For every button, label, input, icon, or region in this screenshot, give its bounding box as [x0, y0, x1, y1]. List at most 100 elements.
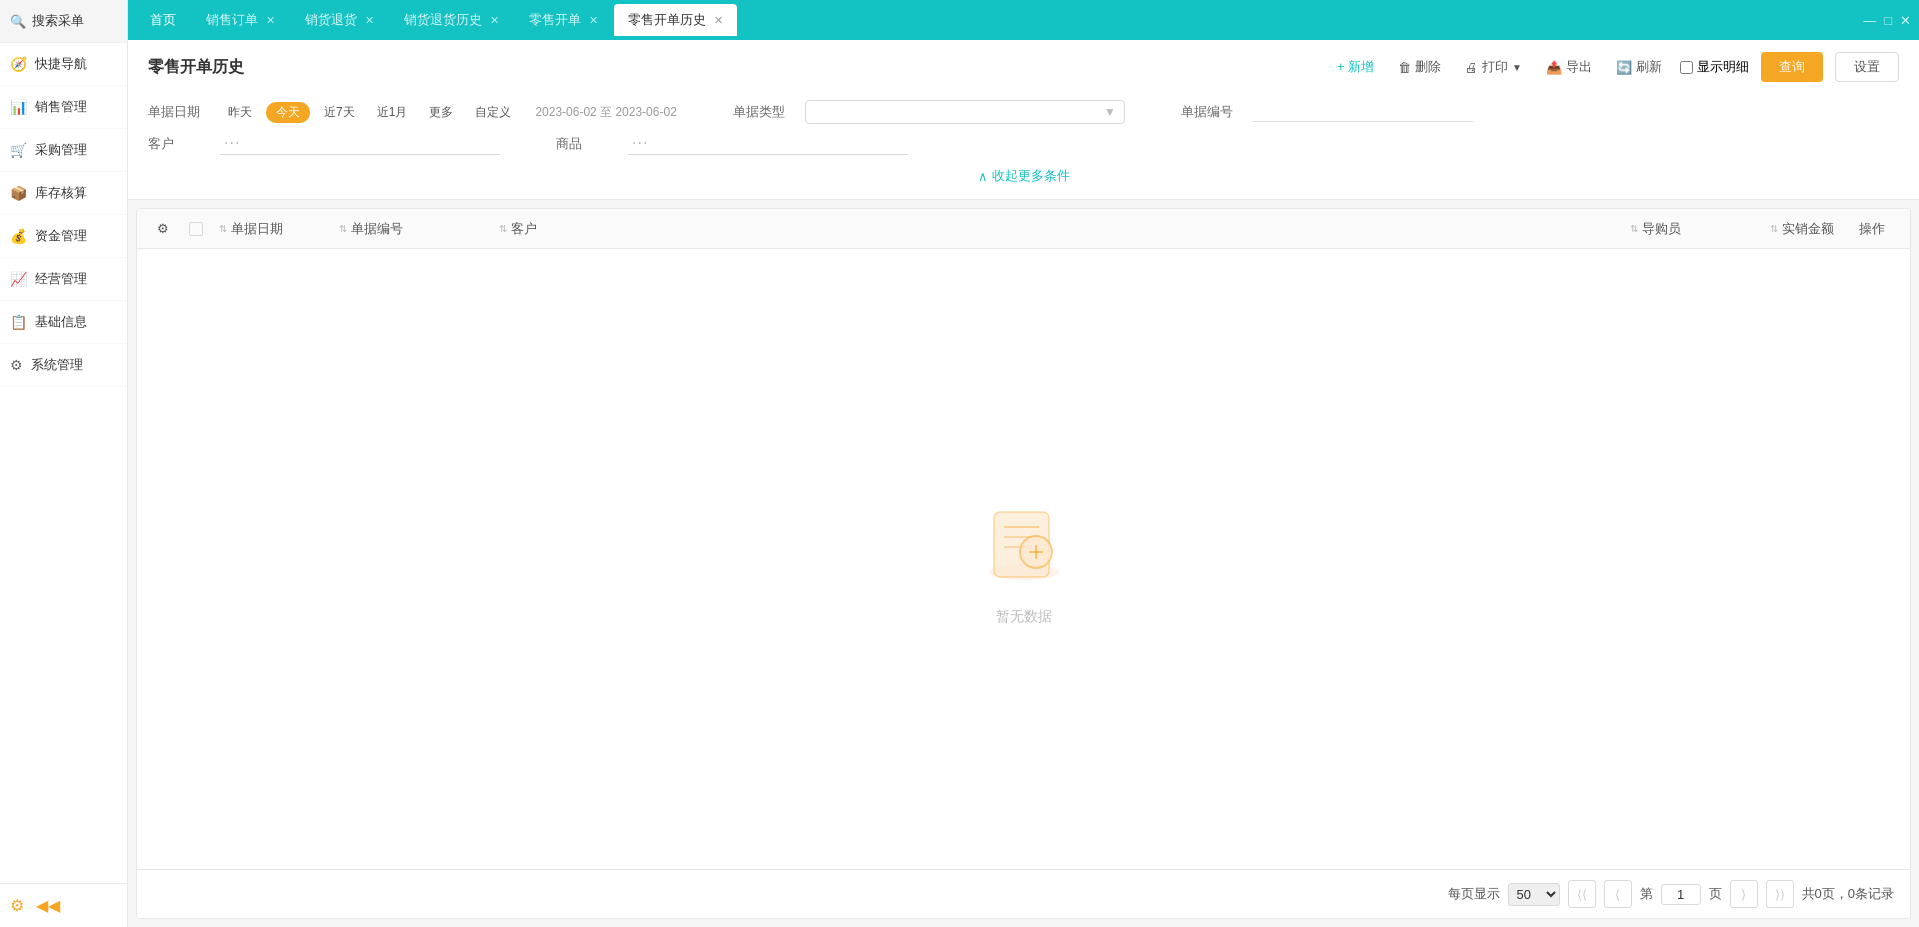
sort-icon-date: ⇅ — [219, 223, 227, 234]
page-label-pre: 第 — [1640, 885, 1653, 903]
th-num[interactable]: ⇅ 单据编号 — [331, 220, 491, 238]
date-btn-1month[interactable]: 近1月 — [369, 102, 416, 123]
date-btn-custom[interactable]: 自定义 — [467, 102, 519, 123]
first-page-button[interactable]: ⟨⟨ — [1568, 880, 1596, 908]
th-settings[interactable]: ⚙ — [145, 221, 181, 236]
settings-button[interactable]: 设置 — [1835, 52, 1899, 82]
delete-button[interactable]: 🗑 删除 — [1392, 54, 1447, 80]
sidebar-item-label: 采购管理 — [35, 141, 87, 159]
sidebar-item-sales-mgmt[interactable]: 📊 销售管理 — [0, 86, 127, 129]
th-date[interactable]: ⇅ 单据日期 — [211, 220, 331, 238]
system-mgmt-icon: ⚙ — [10, 357, 23, 373]
num-filter-input[interactable] — [1253, 102, 1473, 122]
sales-mgmt-icon: 📊 — [10, 99, 27, 115]
customer-filter-input[interactable]: ··· — [220, 132, 500, 155]
sort-icon-guide: ⇅ — [1630, 223, 1638, 234]
tab-sales-order[interactable]: 销售订单 ✕ — [192, 4, 289, 36]
bottom-settings-icon[interactable]: ⚙ — [10, 896, 24, 915]
tab-sales-return-history-close[interactable]: ✕ — [490, 15, 499, 26]
refresh-label: 刷新 — [1636, 58, 1662, 76]
tab-sales-order-label: 销售订单 — [206, 11, 258, 29]
th-guide[interactable]: ⇅ 导购员 — [1622, 220, 1722, 238]
collapse-filter-btn[interactable]: ∧ 收起更多条件 — [148, 163, 1899, 189]
page-title: 零售开单历史 — [148, 57, 244, 78]
date-btn-more[interactable]: 更多 — [421, 102, 461, 123]
filter-row-customer: 客户 ··· 商品 ··· — [148, 132, 1899, 155]
tab-sales-return[interactable]: 销货退货 ✕ — [291, 4, 388, 36]
content-area: 零售开单历史 + 新增 🗑 删除 🖨 打印 ▼ 📤 导出 — [128, 40, 1919, 927]
sidebar-item-inventory[interactable]: 📦 库存核算 — [0, 172, 127, 215]
next-page-button[interactable]: ⟩ — [1730, 880, 1758, 908]
tab-retail-open-history-close[interactable]: ✕ — [714, 15, 723, 26]
goods-filter-label: 商品 — [556, 135, 612, 153]
close-button[interactable]: ✕ — [1900, 13, 1911, 28]
sidebar-item-label: 库存核算 — [35, 184, 87, 202]
add-button[interactable]: + 新增 — [1331, 54, 1380, 80]
num-input-field[interactable] — [1257, 104, 1469, 119]
date-range-display: 2023-06-02 至 2023-06-02 — [535, 104, 676, 121]
th-amount[interactable]: ⇅ 实销金额 — [1722, 220, 1842, 238]
sidebar-item-label: 基础信息 — [35, 313, 87, 331]
print-label: 打印 — [1482, 58, 1508, 76]
sort-icon-customer: ⇅ — [499, 223, 507, 234]
sidebar-item-label: 经营管理 — [35, 270, 87, 288]
column-settings-icon[interactable]: ⚙ — [157, 221, 169, 236]
maximize-button[interactable]: □ — [1884, 13, 1892, 28]
sort-icon-num: ⇅ — [339, 223, 347, 234]
tab-retail-open-close[interactable]: ✕ — [589, 15, 598, 26]
export-button[interactable]: 📤 导出 — [1540, 54, 1598, 80]
th-check[interactable] — [181, 222, 211, 236]
sidebar-item-system-mgmt[interactable]: ⚙ 系统管理 — [0, 344, 127, 387]
type-filter-select[interactable]: ▼ — [805, 100, 1125, 124]
page-number-input[interactable]: 1 — [1661, 884, 1701, 905]
th-customer[interactable]: ⇅ 客户 — [491, 220, 1622, 238]
print-button[interactable]: 🖨 打印 ▼ — [1459, 54, 1528, 80]
date-btn-today[interactable]: 今天 — [266, 102, 310, 123]
quick-nav-icon: 🧭 — [10, 56, 27, 72]
delete-label: 删除 — [1415, 58, 1441, 76]
tab-sales-return-history-label: 销货退货历史 — [404, 11, 482, 29]
sidebar-collapse-icon[interactable]: ◀◀ — [36, 896, 60, 915]
tab-sales-order-close[interactable]: ✕ — [266, 15, 275, 26]
tabs-bar: 首页 销售订单 ✕ 销货退货 ✕ 销货退货历史 ✕ 零售开单 ✕ 零售开单历史 … — [128, 0, 1919, 40]
sidebar-item-basic-info[interactable]: 📋 基础信息 — [0, 301, 127, 344]
sidebar-item-operations[interactable]: 📈 经营管理 — [0, 258, 127, 301]
display-toggle[interactable]: 显示明细 — [1680, 58, 1749, 76]
th-date-label: 单据日期 — [231, 220, 283, 238]
purchase-mgmt-icon: 🛒 — [10, 142, 27, 158]
select-all-checkbox[interactable] — [189, 222, 203, 236]
export-icon: 📤 — [1546, 60, 1562, 75]
tab-retail-open-history[interactable]: 零售开单历史 ✕ — [614, 4, 737, 36]
pagination: 每页显示 50 20 100 ⟨⟨ ⟨ 第 1 页 ⟩ ⟩⟩ 共0页，0条记录 — [137, 869, 1910, 918]
page-header: 零售开单历史 + 新增 🗑 删除 🖨 打印 ▼ 📤 导出 — [128, 40, 1919, 200]
tab-sales-return-close[interactable]: ✕ — [365, 15, 374, 26]
per-page-select[interactable]: 50 20 100 — [1508, 883, 1560, 906]
sidebar-item-quick-nav[interactable]: 🧭 快捷导航 — [0, 43, 127, 86]
prev-page-button[interactable]: ⟨ — [1604, 880, 1632, 908]
sidebar-item-label: 销售管理 — [35, 98, 87, 116]
minimize-button[interactable]: — — [1863, 13, 1876, 28]
date-btn-7days[interactable]: 近7天 — [316, 102, 363, 123]
type-filter-label: 单据类型 — [733, 103, 789, 121]
tab-home[interactable]: 首页 — [136, 4, 190, 36]
refresh-icon: 🔄 — [1616, 60, 1632, 75]
page-title-row: 零售开单历史 + 新增 🗑 删除 🖨 打印 ▼ 📤 导出 — [148, 52, 1899, 82]
tab-sales-return-history[interactable]: 销货退货历史 ✕ — [390, 4, 513, 36]
display-toggle-checkbox[interactable] — [1680, 61, 1693, 74]
refresh-button[interactable]: 🔄 刷新 — [1610, 54, 1668, 80]
query-button[interactable]: 查询 — [1761, 52, 1823, 82]
date-btn-yesterday[interactable]: 昨天 — [220, 102, 260, 123]
inventory-icon: 📦 — [10, 185, 27, 201]
goods-filter-input[interactable]: ··· — [628, 132, 908, 155]
date-filters: 昨天 今天 近7天 近1月 更多 自定义 — [220, 102, 519, 123]
tab-retail-open-label: 零售开单 — [529, 11, 581, 29]
sidebar-bottom: ⚙ ◀◀ — [0, 883, 127, 927]
date-filter-label: 单据日期 — [148, 103, 204, 121]
sidebar-search[interactable]: 🔍 搜索采单 — [0, 0, 127, 43]
th-customer-label: 客户 — [511, 220, 537, 238]
last-page-button[interactable]: ⟩⟩ — [1766, 880, 1794, 908]
sidebar-item-finance[interactable]: 💰 资金管理 — [0, 215, 127, 258]
th-action-label: 操作 — [1859, 220, 1885, 238]
sidebar-item-purchase-mgmt[interactable]: 🛒 采购管理 — [0, 129, 127, 172]
tab-retail-open[interactable]: 零售开单 ✕ — [515, 4, 612, 36]
